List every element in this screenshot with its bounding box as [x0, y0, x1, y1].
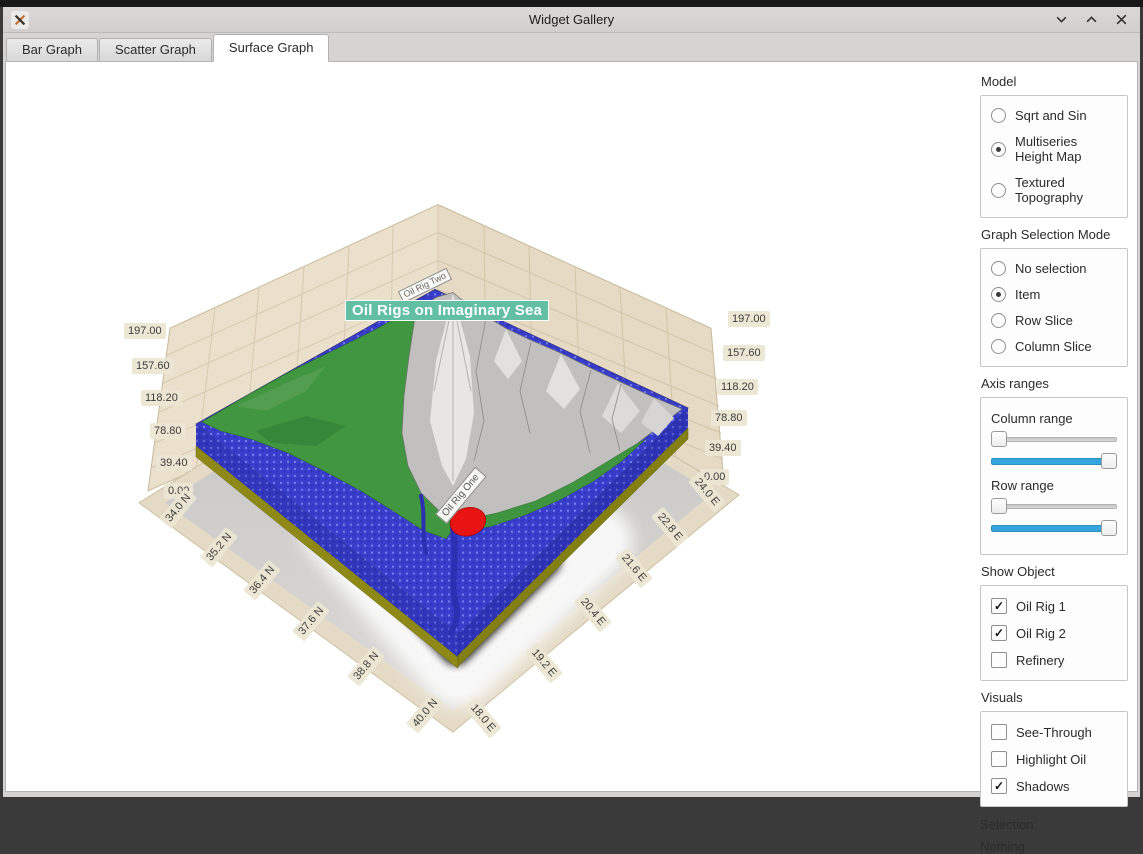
- checkbox-checked-icon: [991, 625, 1007, 641]
- radio-selected-icon: [991, 142, 1006, 157]
- checkbox-refinery[interactable]: Refinery: [991, 652, 1117, 668]
- checkbox-label: Oil Rig 2: [1016, 626, 1066, 641]
- radio-icon: [991, 313, 1006, 328]
- model-groupbox: Sqrt and Sin Multiseries Height Map Text…: [980, 95, 1128, 218]
- axis-tick-label: 39.40: [705, 440, 741, 456]
- row-range-label: Row range: [991, 478, 1117, 493]
- show-object-groupbox: Oil Rig 1 Oil Rig 2 Refinery: [980, 585, 1128, 681]
- selection-mode-section-label: Graph Selection Mode: [981, 227, 1128, 242]
- selection-mode-groupbox: No selection Item Row Slice Column Slice: [980, 248, 1128, 367]
- tab-content-pane: Oil Rigs on Imaginary Sea Oil Rig Two Oi…: [5, 61, 1138, 792]
- control-panel: Model Sqrt and Sin Multiseries Height Ma…: [974, 62, 1137, 791]
- close-icon[interactable]: [1114, 13, 1128, 27]
- axis-tick-label: 118.20: [717, 379, 758, 395]
- visuals-section-label: Visuals: [981, 690, 1128, 705]
- checkbox-icon: [991, 652, 1007, 668]
- surface-graph-canvas[interactable]: Oil Rigs on Imaginary Sea Oil Rig Two Oi…: [6, 62, 974, 791]
- axis-tick-label: 197.00: [124, 323, 166, 339]
- radio-textured-topography[interactable]: Textured Topography: [991, 175, 1117, 205]
- radio-row-slice[interactable]: Row Slice: [991, 313, 1117, 328]
- radio-label: Row Slice: [1015, 313, 1073, 328]
- selection-label: Selection:: [980, 817, 1128, 832]
- radio-label: Sqrt and Sin: [1015, 108, 1087, 123]
- checkbox-shadows[interactable]: Shadows: [991, 778, 1117, 794]
- minimize-icon[interactable]: [1054, 13, 1068, 27]
- checkbox-label: See-Through: [1016, 725, 1092, 740]
- slider-handle[interactable]: [1101, 453, 1117, 469]
- axis-ranges-section-label: Axis ranges: [981, 376, 1128, 391]
- radio-column-slice[interactable]: Column Slice: [991, 339, 1117, 354]
- row-range-max-slider[interactable]: [991, 520, 1117, 536]
- checkbox-oil-rig-2[interactable]: Oil Rig 2: [991, 625, 1117, 641]
- slider-handle[interactable]: [991, 431, 1007, 447]
- axis-tick-label: 78.80: [711, 410, 747, 426]
- checkbox-oil-rig-1[interactable]: Oil Rig 1: [991, 598, 1117, 614]
- selection-status: Selection: Nothing: [980, 817, 1128, 854]
- axis-tick-label: 157.60: [723, 345, 765, 361]
- axis-tick-label: 39.40: [156, 455, 192, 471]
- column-range-min-slider[interactable]: [991, 431, 1117, 447]
- x11-logo-icon: [13, 13, 27, 27]
- radio-label: Multiseries Height Map: [1015, 134, 1099, 164]
- slider-track-filled: [991, 458, 1117, 465]
- checkbox-checked-icon: [991, 598, 1007, 614]
- radio-icon: [991, 183, 1006, 198]
- axis-tick-label: 197.00: [728, 311, 770, 327]
- checkbox-label: Oil Rig 1: [1016, 599, 1066, 614]
- window-outer-border: [0, 0, 1143, 7]
- show-object-section-label: Show Object: [981, 564, 1128, 579]
- maximize-icon[interactable]: [1084, 13, 1098, 27]
- radio-label: Item: [1015, 287, 1040, 302]
- radio-icon: [991, 339, 1006, 354]
- selection-value: Nothing: [980, 839, 1128, 854]
- tab-bar-graph[interactable]: Bar Graph: [6, 38, 98, 61]
- checkbox-label: Refinery: [1016, 653, 1064, 668]
- row-range-min-slider[interactable]: [991, 498, 1117, 514]
- window-body: Bar Graph Scatter Graph Surface Graph: [3, 33, 1140, 797]
- radio-item[interactable]: Item: [991, 287, 1117, 302]
- slider-track: [991, 437, 1117, 442]
- tab-scatter-graph[interactable]: Scatter Graph: [99, 38, 212, 61]
- window-controls: [1054, 7, 1128, 32]
- slider-handle[interactable]: [991, 498, 1007, 514]
- checkbox-label: Highlight Oil: [1016, 752, 1086, 767]
- radio-icon: [991, 261, 1006, 276]
- checkbox-highlight-oil[interactable]: Highlight Oil: [991, 751, 1117, 767]
- visuals-groupbox: See-Through Highlight Oil Shadows: [980, 711, 1128, 807]
- radio-label: Column Slice: [1015, 339, 1092, 354]
- titlebar[interactable]: Widget Gallery: [3, 7, 1140, 33]
- checkbox-icon: [991, 724, 1007, 740]
- tab-surface-graph[interactable]: Surface Graph: [213, 34, 330, 62]
- checkbox-label: Shadows: [1016, 779, 1069, 794]
- axis-ranges-groupbox: Column range Row range: [980, 397, 1128, 555]
- column-range-max-slider[interactable]: [991, 453, 1117, 469]
- radio-selected-icon: [991, 287, 1006, 302]
- axis-tick-label: 157.60: [132, 358, 174, 374]
- radio-multiseries-height-map[interactable]: Multiseries Height Map: [991, 134, 1117, 164]
- slider-handle[interactable]: [1101, 520, 1117, 536]
- radio-label: No selection: [1015, 261, 1087, 276]
- column-range-label: Column range: [991, 411, 1117, 426]
- radio-icon: [991, 108, 1006, 123]
- checkbox-see-through[interactable]: See-Through: [991, 724, 1117, 740]
- checkbox-checked-icon: [991, 778, 1007, 794]
- window-title: Widget Gallery: [3, 12, 1140, 27]
- graph-title-label: Oil Rigs on Imaginary Sea: [345, 300, 549, 321]
- slider-track: [991, 504, 1117, 509]
- radio-sqrt-and-sin[interactable]: Sqrt and Sin: [991, 108, 1117, 123]
- axis-tick-label: 118.20: [141, 390, 182, 406]
- radio-label: Textured Topography: [1015, 175, 1099, 205]
- radio-no-selection[interactable]: No selection: [991, 261, 1117, 276]
- axis-tick-label: 78.80: [150, 423, 186, 439]
- model-section-label: Model: [981, 74, 1128, 89]
- tab-bar: Bar Graph Scatter Graph Surface Graph: [3, 33, 1140, 61]
- slider-track-filled: [991, 525, 1117, 532]
- checkbox-icon: [991, 751, 1007, 767]
- app-icon[interactable]: [11, 11, 29, 29]
